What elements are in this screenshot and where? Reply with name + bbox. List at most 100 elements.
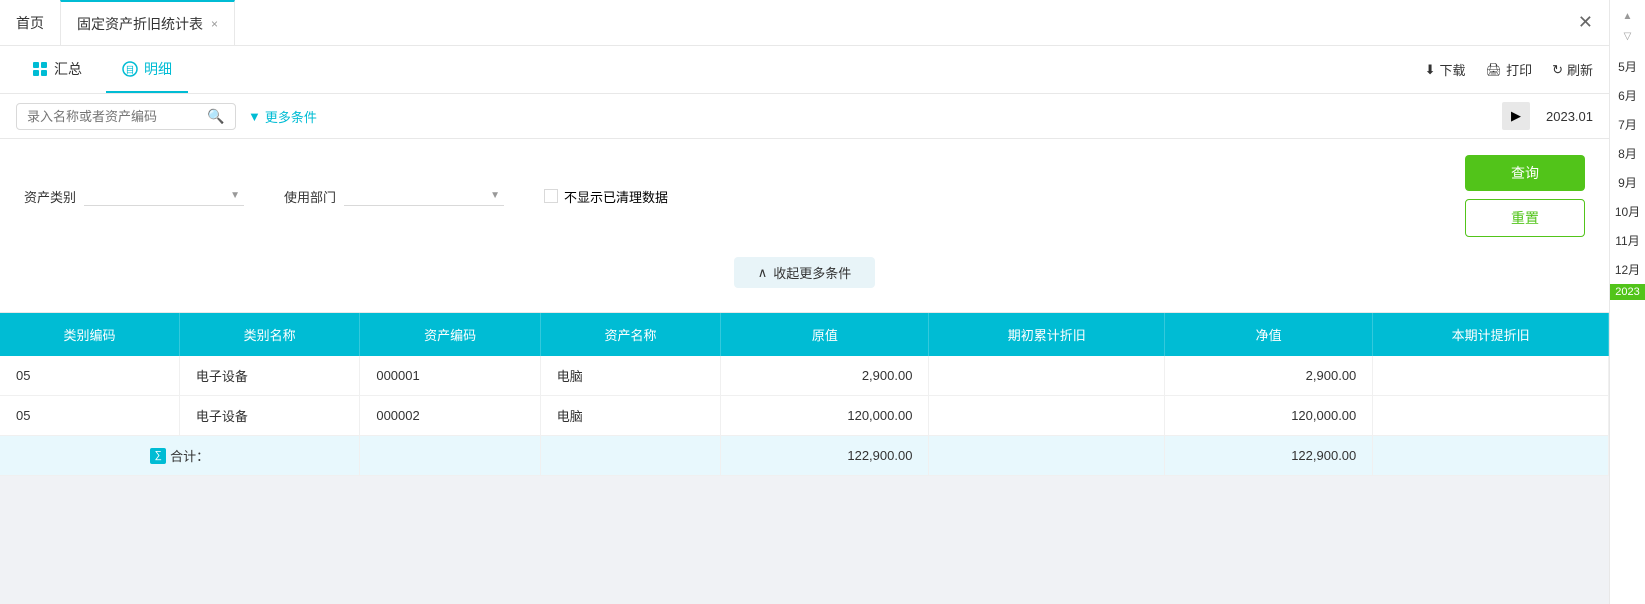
collapse-label: 收起更多条件: [773, 263, 851, 282]
col-asset-code: 资产编码: [360, 313, 540, 356]
cell-current-depreciation: [1373, 396, 1609, 436]
sidebar-month-item[interactable]: 7月: [1611, 110, 1644, 139]
sidebar-month-item[interactable]: 6月: [1611, 81, 1644, 110]
toolbar-actions: ⬇ 下载 🖨 打印 ↻ 刷新: [1425, 60, 1593, 79]
cell-net-value: 120,000.00: [1165, 396, 1373, 436]
cell-category-code: 05: [0, 396, 179, 436]
col-category-name: 类别名称: [179, 313, 359, 356]
cell-category-code: 05: [0, 356, 179, 396]
total-label-cell: ∑ 合计：: [0, 436, 360, 476]
cell-original-value: 2,900.00: [721, 356, 929, 396]
table-row[interactable]: 05 电子设备 000001 电脑 2,900.00 2,900.00: [0, 356, 1609, 396]
summary-icon: [32, 61, 48, 77]
download-label: 下载: [1440, 60, 1466, 79]
cell-asset-name: 电脑: [540, 356, 720, 396]
cell-accumulated-depreciation: [929, 396, 1165, 436]
no-cleared-filter: 不显示已清理数据: [544, 187, 668, 206]
cell-asset-name: 电脑: [540, 396, 720, 436]
cell-original-value: 120,000.00: [721, 396, 929, 436]
print-icon: 🖨: [1486, 62, 1503, 78]
collapse-row: ∧ 收起更多条件: [24, 249, 1585, 296]
collapse-button[interactable]: ∧ 收起更多条件: [734, 257, 876, 288]
home-nav[interactable]: 首页: [16, 0, 60, 45]
window-close-button[interactable]: ✕: [1578, 12, 1593, 33]
tab-title: 固定资产折旧统计表: [77, 14, 203, 34]
col-original-value: 原值: [721, 313, 929, 356]
nav-arrow-right[interactable]: ▶: [1502, 102, 1530, 130]
table-wrapper: 类别编码 类别名称 资产编码 资产名称 原值 期初累计折旧 净值 本期计提折旧 …: [0, 313, 1609, 604]
asset-type-filter: 资产类别 ▼: [24, 186, 244, 206]
right-sidebar: ▲ ▽ 5月6月7月8月9月10月11月12月 2023: [1609, 0, 1645, 604]
sidebar-month-item[interactable]: 9月: [1611, 168, 1644, 197]
department-select[interactable]: ▼: [344, 186, 504, 206]
cell-accumulated-depreciation: [929, 356, 1165, 396]
cell-asset-code: 000002: [360, 396, 540, 436]
cell-asset-code: 000001: [360, 356, 540, 396]
no-cleared-label: 不显示已清理数据: [564, 187, 668, 206]
sidebar-month-item[interactable]: 5月: [1611, 52, 1644, 81]
total-icon: ∑: [150, 448, 166, 464]
asset-type-select[interactable]: ▼: [84, 186, 244, 206]
tab-summary-label: 汇总: [54, 59, 82, 79]
sidebar-month-item[interactable]: 10月: [1611, 197, 1644, 226]
total-empty-2: [540, 436, 720, 476]
search-input-wrapper[interactable]: 🔍: [16, 103, 236, 130]
table-header-row: 类别编码 类别名称 资产编码 资产名称 原值 期初累计折旧 净值 本期计提折旧: [0, 313, 1609, 356]
total-empty-1: [360, 436, 540, 476]
col-net-value: 净值: [1165, 313, 1373, 356]
sidebar-month-item[interactable]: 12月: [1611, 255, 1644, 284]
cell-net-value: 2,900.00: [1165, 356, 1373, 396]
download-button[interactable]: ⬇ 下载: [1425, 60, 1466, 79]
svg-text:目: 目: [125, 65, 134, 75]
top-nav: 首页 固定资产折旧统计表 × ✕: [0, 0, 1609, 46]
refresh-label: 刷新: [1567, 60, 1593, 79]
filter-row: 资产类别 ▼ 使用部门 ▼ 不显示已清理数据 查询 重置: [24, 155, 1585, 237]
cell-category-name: 电子设备: [179, 396, 359, 436]
detail-icon: 目: [122, 61, 138, 77]
year-badge: 2023: [1610, 284, 1645, 300]
total-label: ∑ 合计：: [16, 446, 343, 465]
data-table: 类别编码 类别名称 资产编码 资产名称 原值 期初累计折旧 净值 本期计提折旧 …: [0, 313, 1609, 476]
search-bar: 🔍 ▼ 更多条件 ▶ 2023.01: [0, 94, 1609, 139]
filter-icon: ▼: [248, 109, 261, 124]
reset-button[interactable]: 重置: [1465, 199, 1585, 237]
sidebar-month-item[interactable]: 8月: [1611, 139, 1644, 168]
department-filter: 使用部门 ▼: [284, 186, 504, 206]
tab-detail-label: 明细: [144, 59, 172, 79]
query-button[interactable]: 查询: [1465, 155, 1585, 191]
month-list: 5月6月7月8月9月10月11月12月: [1611, 52, 1644, 284]
sidebar-down-arrow[interactable]: ▽: [1616, 28, 1640, 44]
no-cleared-checkbox[interactable]: [544, 189, 558, 203]
sidebar-month-item[interactable]: 11月: [1611, 226, 1644, 255]
tab-summary[interactable]: 汇总: [16, 46, 98, 93]
date-display: 2023.01: [1546, 109, 1593, 124]
col-current-depreciation: 本期计提折旧: [1373, 313, 1609, 356]
download-icon: ⬇: [1425, 62, 1436, 78]
cell-category-name: 电子设备: [179, 356, 359, 396]
department-label: 使用部门: [284, 187, 336, 206]
total-net-value: 122,900.00: [1165, 436, 1373, 476]
search-input[interactable]: [27, 109, 207, 124]
refresh-button[interactable]: ↻ 刷新: [1552, 60, 1593, 79]
asset-type-dropdown-icon: ▼: [230, 190, 240, 201]
cell-current-depreciation: [1373, 356, 1609, 396]
total-row: ∑ 合计： 122,900.00 122,900.00: [0, 436, 1609, 476]
toolbar: 汇总 目 明细 ⬇ 下载 🖨 打印 ↻ 刷新: [0, 46, 1609, 94]
active-tab[interactable]: 固定资产折旧统计表 ×: [60, 0, 235, 45]
tab-close-icon[interactable]: ×: [211, 17, 218, 31]
sidebar-arrows: ▲ ▽: [1616, 8, 1640, 44]
refresh-icon: ↻: [1552, 62, 1563, 78]
total-current-depreciation: [1373, 436, 1609, 476]
collapse-icon: ∧: [758, 265, 768, 281]
sidebar-up-arrow[interactable]: ▲: [1616, 8, 1640, 24]
print-button[interactable]: 🖨 打印: [1486, 60, 1533, 79]
asset-type-label: 资产类别: [24, 187, 76, 206]
tab-detail[interactable]: 目 明细: [106, 46, 188, 93]
department-dropdown-icon: ▼: [490, 190, 500, 201]
col-asset-name: 资产名称: [540, 313, 720, 356]
search-icon[interactable]: 🔍: [207, 108, 224, 125]
table-row[interactable]: 05 电子设备 000002 电脑 120,000.00 120,000.00: [0, 396, 1609, 436]
filter-button[interactable]: ▼ 更多条件: [248, 107, 317, 126]
print-label: 打印: [1506, 60, 1532, 79]
total-original-value: 122,900.00: [721, 436, 929, 476]
